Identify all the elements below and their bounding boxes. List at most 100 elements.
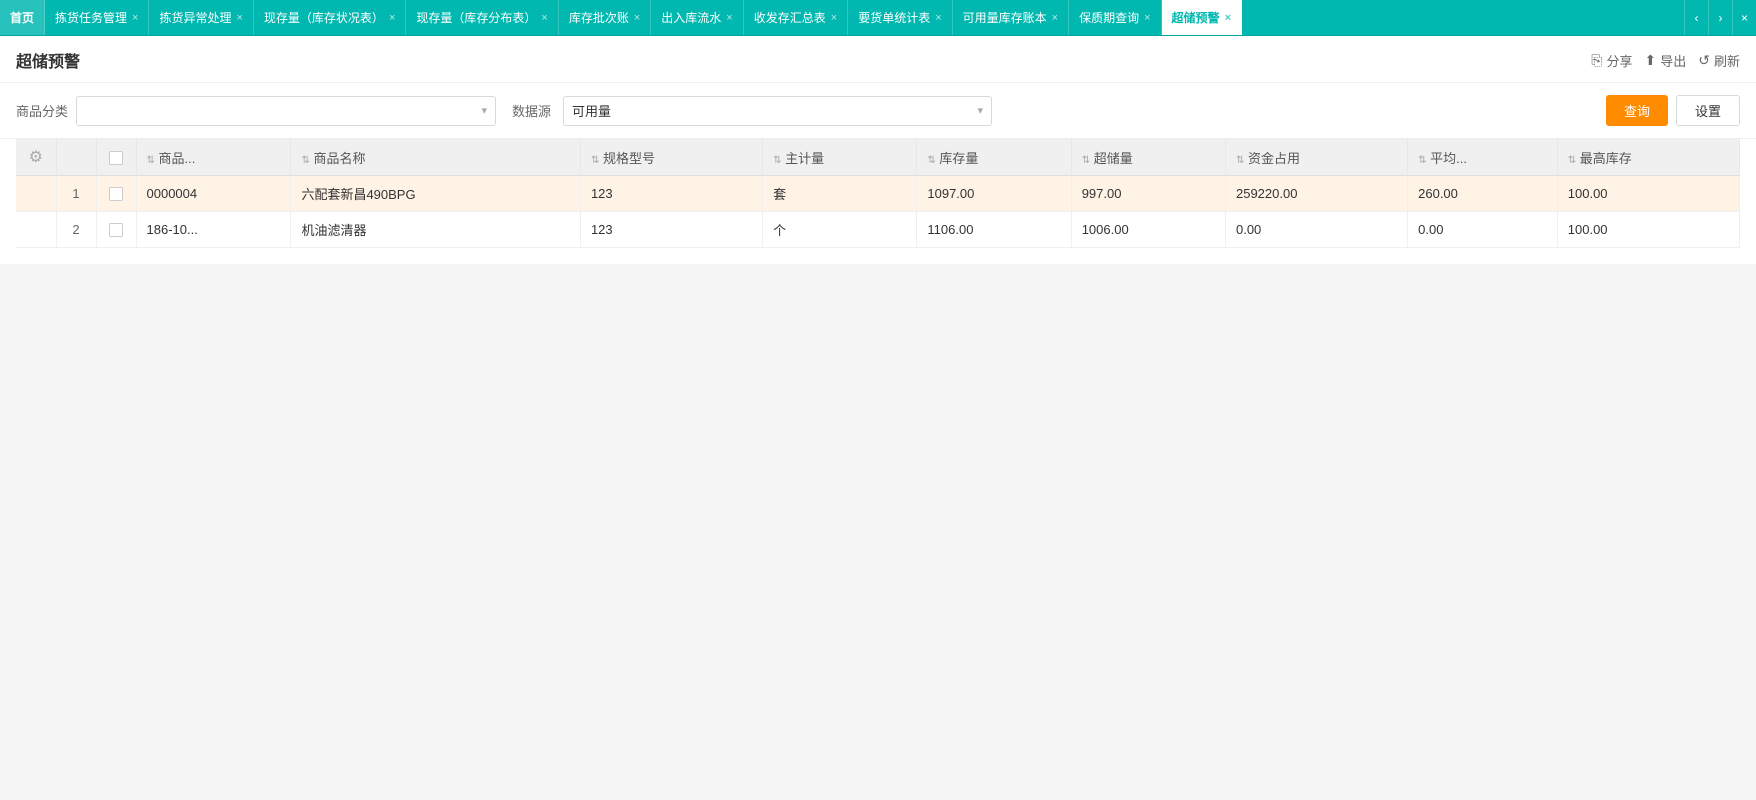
chevron-down-icon: ▾ — [481, 104, 487, 117]
row-stock-qty: 1106.00 — [917, 212, 1071, 248]
row-gear-cell — [16, 176, 56, 212]
datasource-label: 数据源 — [512, 101, 551, 120]
share-button[interactable]: ⎘ 分享 — [1591, 51, 1632, 70]
close-tab-stock-dist[interactable]: × — [541, 12, 547, 24]
close-tab-abnormal[interactable]: × — [236, 12, 242, 24]
close-tab-overstock[interactable]: × — [1225, 12, 1231, 24]
row-index: 2 — [56, 212, 96, 248]
col-header-check[interactable] — [96, 139, 136, 176]
table-body: 1 0000004 六配套新昌490BPG 123 套 1097.00 997.… — [16, 176, 1740, 248]
close-tab-quality[interactable]: × — [1144, 12, 1150, 24]
gear-settings-icon[interactable]: ⚙ — [29, 149, 43, 166]
row-overstock-qty: 997.00 — [1071, 176, 1225, 212]
nav-tab-stock-batch[interactable]: 库存批次账 × — [559, 0, 651, 36]
datasource-select[interactable]: 可用量 ▾ — [563, 96, 992, 126]
col-header-spec[interactable]: ⇅ 规格型号 — [580, 139, 762, 176]
nav-tab-avail-stock[interactable]: 可用量库存账本 × — [953, 0, 1069, 36]
table-row: 2 186-10... 机油滤清器 123 个 1106.00 1006.00 … — [16, 212, 1740, 248]
nav-tab-abnormal-label: 拣货异常处理 — [159, 9, 231, 26]
refresh-icon: ↺ — [1698, 52, 1710, 69]
query-button[interactable]: 查询 — [1606, 95, 1668, 126]
nav-tab-abnormal[interactable]: 拣货异常处理 × — [149, 0, 253, 36]
nav-tab-order-stat[interactable]: 要货单统计表 × — [848, 0, 952, 36]
col-header-avg[interactable]: ⇅ 平均... — [1408, 139, 1558, 176]
row-avg: 260.00 — [1408, 176, 1558, 212]
nav-tab-task-mgmt-label: 拣货任务管理 — [55, 9, 127, 26]
page-title: 超储预警 — [16, 48, 80, 72]
close-tab-stock-status[interactable]: × — [389, 12, 395, 24]
row-avg: 0.00 — [1408, 212, 1558, 248]
refresh-button[interactable]: ↺ 刷新 — [1698, 51, 1740, 70]
row-capital-occ: 0.00 — [1225, 212, 1407, 248]
row-checkbox[interactable] — [109, 187, 123, 201]
page-content: 超储预警 ⎘ 分享 ⬆ 导出 ↺ 刷新 商品分类 ▾ 数据源 — [0, 36, 1756, 264]
nav-tab-quality[interactable]: 保质期查询 × — [1069, 0, 1161, 36]
col-capital-sort-icon: ⇅ — [1236, 155, 1244, 166]
row-unit: 套 — [763, 176, 917, 212]
share-icon: ⎘ — [1591, 52, 1602, 69]
nav-tab-task-mgmt[interactable]: 拣货任务管理 × — [45, 0, 149, 36]
refresh-label: 刷新 — [1714, 51, 1740, 70]
table-container: ⚙ ⇅ 商品... ⇅ 商品名称 ⇅ — [0, 139, 1756, 264]
datasource-filter: 数据源 可用量 ▾ — [512, 96, 992, 126]
col-product-code-sort-icon: ⇅ — [147, 155, 155, 166]
nav-tab-overstock[interactable]: 超储预警 × — [1162, 0, 1242, 36]
row-checkbox-cell[interactable] — [96, 212, 136, 248]
row-product-name: 六配套新昌490BPG — [291, 176, 581, 212]
datasource-chevron-icon: ▾ — [977, 104, 983, 117]
export-button[interactable]: ⬆ 导出 — [1645, 51, 1687, 70]
nav-tab-stock-status-label: 现存量（库存状况表） — [264, 9, 384, 26]
row-checkbox-cell[interactable] — [96, 176, 136, 212]
nav-arrow-right[interactable]: › — [1708, 0, 1732, 36]
row-max-stock: 100.00 — [1557, 212, 1739, 248]
close-tab-inout-flow[interactable]: × — [726, 12, 732, 24]
col-header-unit[interactable]: ⇅ 主计量 — [763, 139, 917, 176]
col-header-gear[interactable]: ⚙ — [16, 139, 56, 176]
row-product-name: 机油滤清器 — [291, 212, 581, 248]
header-actions: ⎘ 分享 ⬆ 导出 ↺ 刷新 — [1591, 51, 1740, 70]
col-header-stock-qty[interactable]: ⇅ 库存量 — [917, 139, 1071, 176]
select-all-checkbox[interactable] — [109, 151, 123, 165]
close-tab-order-stat[interactable]: × — [935, 12, 941, 24]
col-header-max-stock[interactable]: ⇅ 最高库存 — [1557, 139, 1739, 176]
col-unit-sort-icon: ⇅ — [773, 155, 781, 166]
row-product-code: 186-10... — [136, 212, 291, 248]
nav-arrow-left[interactable]: ‹ — [1684, 0, 1708, 36]
nav-arrow-close[interactable]: × — [1732, 0, 1756, 36]
nav-tab-stock-status[interactable]: 现存量（库存状况表） × — [254, 0, 406, 36]
nav-tab-avail-stock-label: 可用量库存账本 — [963, 9, 1047, 26]
nav-tab-recv-send[interactable]: 收发存汇总表 × — [744, 0, 848, 36]
category-select[interactable]: ▾ — [76, 96, 496, 126]
settings-button[interactable]: 设置 — [1676, 95, 1740, 126]
row-gear-cell — [16, 212, 56, 248]
row-checkbox[interactable] — [109, 223, 123, 237]
close-tab-stock-batch[interactable]: × — [634, 12, 640, 24]
col-header-index — [56, 139, 96, 176]
datasource-select-value: 可用量 — [572, 101, 611, 120]
col-header-capital-occ[interactable]: ⇅ 资金占用 — [1225, 139, 1407, 176]
table-header-row: ⚙ ⇅ 商品... ⇅ 商品名称 ⇅ — [16, 139, 1740, 176]
row-overstock-qty: 1006.00 — [1071, 212, 1225, 248]
nav-tab-quality-label: 保质期查询 — [1079, 9, 1139, 26]
col-header-product-name[interactable]: ⇅ 商品名称 — [291, 139, 581, 176]
export-icon: ⬆ — [1645, 52, 1657, 69]
col-header-product-code[interactable]: ⇅ 商品... — [136, 139, 291, 176]
close-tab-task-mgmt[interactable]: × — [132, 12, 138, 24]
row-stock-qty: 1097.00 — [917, 176, 1071, 212]
export-label: 导出 — [1660, 51, 1686, 70]
nav-tab-inout-flow[interactable]: 出入库流水 × — [651, 0, 743, 36]
close-tab-avail-stock[interactable]: × — [1052, 12, 1058, 24]
row-unit: 个 — [763, 212, 917, 248]
nav-tab-stock-dist[interactable]: 现存量（库存分布表） × — [406, 0, 558, 36]
top-nav: 首页 拣货任务管理 × 拣货异常处理 × 现存量（库存状况表） × 现存量（库存… — [0, 0, 1756, 36]
col-avg-sort-icon: ⇅ — [1418, 155, 1426, 166]
filter-row: 商品分类 ▾ 数据源 可用量 ▾ 查询 设置 — [0, 83, 1756, 139]
col-header-overstock-qty[interactable]: ⇅ 超储量 — [1071, 139, 1225, 176]
page-header: 超储预警 ⎘ 分享 ⬆ 导出 ↺ 刷新 — [0, 36, 1756, 83]
nav-tab-recv-send-label: 收发存汇总表 — [754, 9, 826, 26]
nav-tab-home[interactable]: 首页 — [0, 0, 45, 36]
nav-tab-order-stat-label: 要货单统计表 — [858, 9, 930, 26]
close-tab-recv-send[interactable]: × — [831, 12, 837, 24]
row-index: 1 — [56, 176, 96, 212]
nav-arrows: ‹ › × — [1684, 0, 1756, 36]
